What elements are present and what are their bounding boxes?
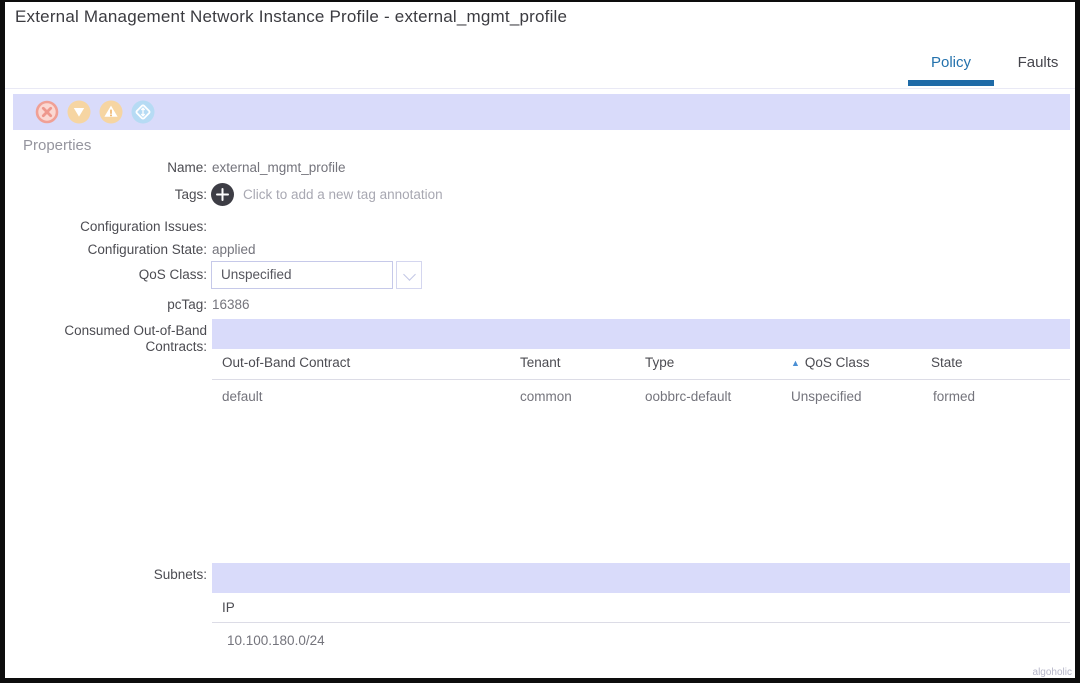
column-header-qos-class[interactable]: ▲ QoS Class [791,355,869,370]
contracts-label: Consumed Out-of-Band Contracts: [64,323,207,354]
active-tab-indicator [908,80,994,86]
minor-fault-icon[interactable] [99,100,123,124]
pctag-label: pcTag: [167,297,207,312]
subnets-table-toolbar [212,563,1070,593]
config-state-value: applied [212,242,256,257]
subnets-header-divider [212,622,1070,623]
cell-tenant: common [520,389,572,404]
qos-class-label: QoS Class: [138,267,207,282]
sort-ascending-icon: ▲ [791,358,800,368]
cell-type: oobbrc-default [645,389,732,404]
watermark: algoholic [1032,667,1072,678]
pctag-value: 16386 [212,297,250,312]
tags-label: Tags: [174,187,207,202]
properties-heading: Properties [23,137,92,154]
contracts-table-toolbar [212,319,1070,349]
subnets-label: Subnets: [153,567,207,582]
page-title: External Management Network Instance Pro… [15,7,568,26]
tab-policy[interactable]: Policy [908,54,994,71]
chevron-down-icon [403,268,416,281]
column-header-state[interactable]: State [931,355,963,370]
warning-fault-icon[interactable] [131,100,155,124]
column-header-contract[interactable]: Out-of-Band Contract [222,355,350,370]
plus-icon [216,188,229,201]
qos-class-select[interactable]: Unspecified [211,261,393,289]
cell-ip: 10.100.180.0/24 [227,633,325,648]
fault-summary-toolbar [13,94,1070,130]
cell-qos-class: Unspecified [791,389,862,404]
column-header-type[interactable]: Type [645,355,674,370]
contracts-header-divider [212,379,1070,380]
name-label: Name: [167,160,207,175]
tabs-divider [5,88,1075,89]
tab-faults[interactable]: Faults [1008,54,1068,71]
cell-state: formed [933,389,976,404]
critical-fault-icon[interactable] [35,100,59,124]
app-window: External Management Network Instance Pro… [0,0,1080,683]
add-tag-placeholder[interactable]: Click to add a new tag annotation [243,187,443,202]
column-header-ip[interactable]: IP [222,600,235,615]
column-header-tenant[interactable]: Tenant [520,355,561,370]
config-state-label: Configuration State: [87,242,207,257]
cell-contract: default [222,389,263,404]
name-value: external_mgmt_profile [212,160,346,175]
add-tag-button[interactable] [211,183,234,206]
major-fault-icon[interactable] [67,100,91,124]
config-issues-label: Configuration Issues: [80,219,207,234]
qos-class-dropdown-button[interactable] [396,261,422,289]
